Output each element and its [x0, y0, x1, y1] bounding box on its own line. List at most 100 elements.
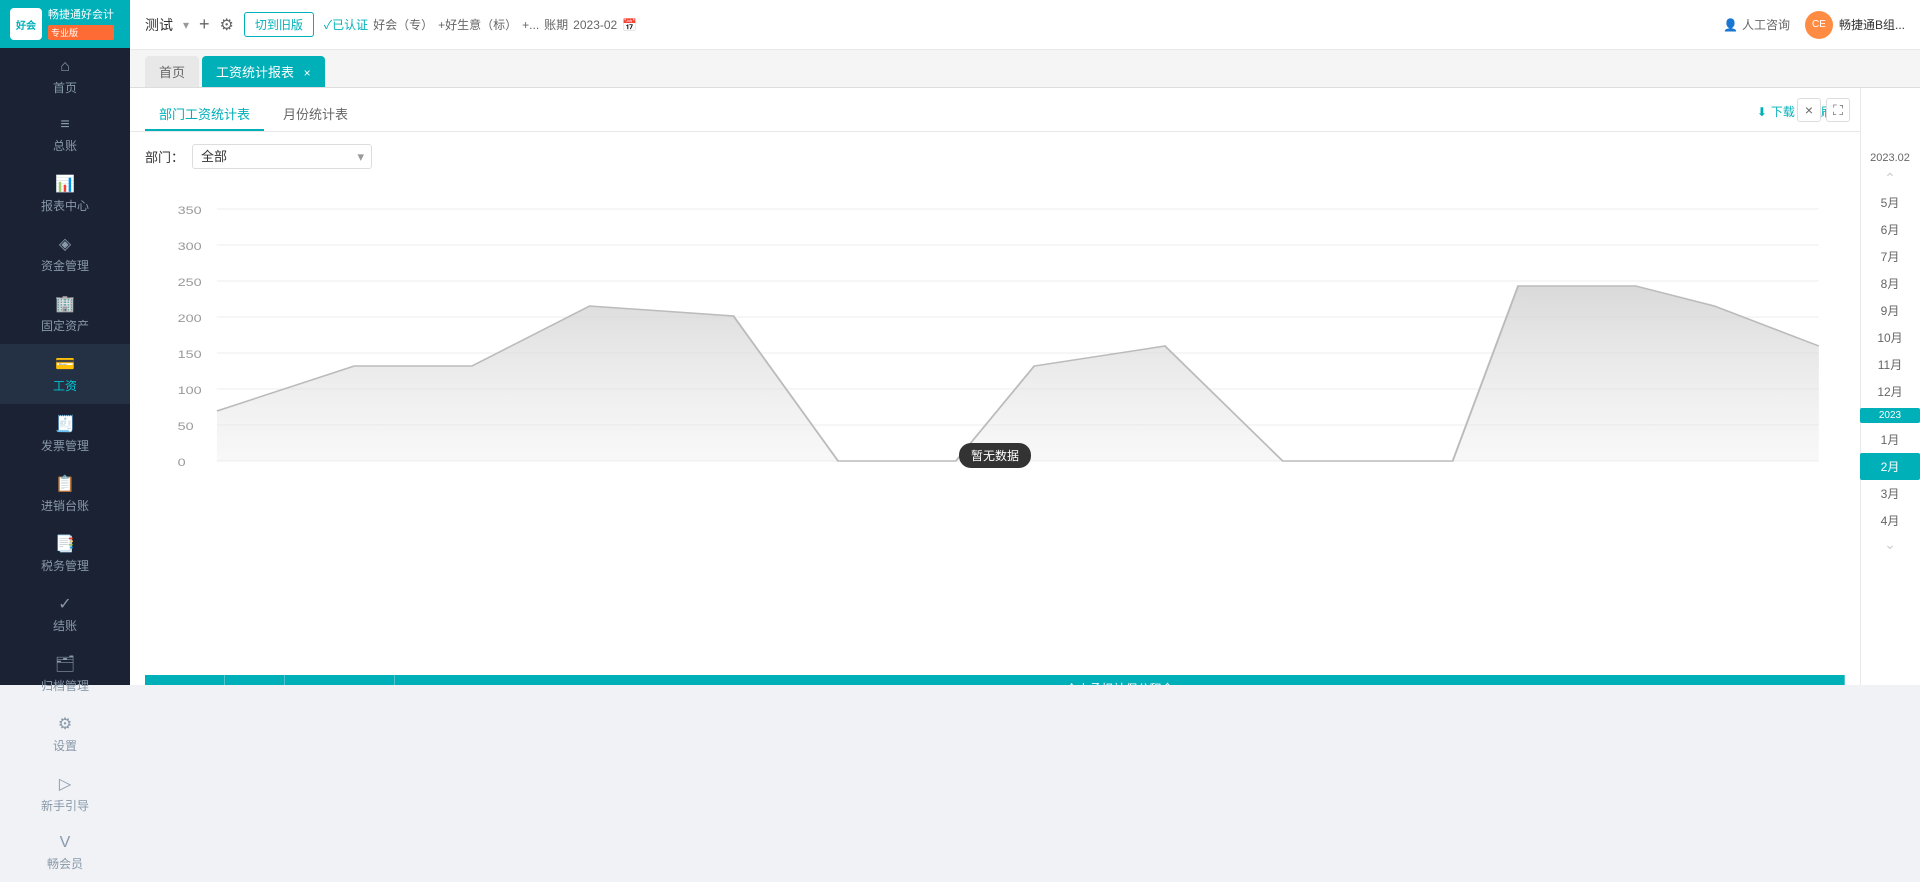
- chart-container: 0 50 100 150 200 250 300 350: [130, 181, 1860, 685]
- topbar-right: 👤 人工咨询 CE 畅捷通B组...: [1723, 11, 1905, 39]
- th-group-personal: 个人承担社保公积金 个人承担养老保险 个人承担医疗保险 个人承担失业保险 个人承…: [395, 675, 1845, 685]
- svg-text:300: 300: [178, 240, 202, 253]
- main-area: 测试 ▾ + ⚙ 切到旧版 ✓已认证 好会（专） +好生意（标） +... 账期…: [130, 0, 1920, 685]
- sidebar-item-label: 进销台账: [41, 497, 89, 514]
- sidebar-item-reports[interactable]: 📊 报表中心: [0, 164, 130, 224]
- calendar-icon[interactable]: 📅: [622, 18, 637, 32]
- funds-icon: ◈: [59, 234, 71, 254]
- sidebar-item-member[interactable]: V 畅会员: [0, 824, 130, 882]
- float-close-btn[interactable]: ×: [1797, 98, 1821, 122]
- member-icon: V: [60, 834, 71, 852]
- download-btn[interactable]: ⬇ 下载: [1757, 103, 1795, 120]
- tab-close-icon[interactable]: ×: [304, 66, 311, 80]
- sidebar-item-label: 归档管理: [41, 677, 89, 694]
- sidebar-item-label: 新手引导: [41, 797, 89, 814]
- sidebar-item-archive[interactable]: 🗂 归档管理: [0, 644, 130, 704]
- certified-status: ✓已认证: [324, 16, 368, 33]
- svg-text:350: 350: [178, 204, 202, 217]
- sub-tabbar: 部门工资统计表 月份统计表 ⬇ 下载 ↻ 刷新: [130, 88, 1860, 132]
- sidebar-item-tax[interactable]: 📑 税务管理: [0, 524, 130, 584]
- month-4[interactable]: 4月: [1860, 507, 1920, 534]
- sub-tab-monthly[interactable]: 月份统计表: [269, 98, 362, 131]
- th-count: 人数: [225, 675, 285, 685]
- th-total-salary: 应发工资合计: [285, 675, 395, 685]
- sidebar-item-label: 畅会员: [47, 855, 83, 872]
- sidebar-item-funds[interactable]: ◈ 资金管理: [0, 224, 130, 284]
- month-7[interactable]: 7月: [1860, 243, 1920, 270]
- tab-home[interactable]: 首页: [145, 56, 199, 87]
- topbar-add-btn[interactable]: +: [199, 14, 210, 35]
- month-1[interactable]: 1月: [1860, 426, 1920, 453]
- svg-text:0: 0: [178, 456, 186, 469]
- topbar-settings-icon[interactable]: ⚙: [220, 15, 234, 35]
- user-name: 畅捷通B组...: [1839, 16, 1905, 33]
- svg-text:250: 250: [178, 276, 202, 289]
- topbar-dropdown-arrow[interactable]: ▾: [183, 18, 189, 32]
- home-icon: ⌂: [60, 58, 70, 76]
- sidebar-item-purchase[interactable]: 📋 进销台账: [0, 464, 130, 524]
- sidebar-item-invoice[interactable]: 🧾 发票管理: [0, 404, 130, 464]
- settings-icon: ⚙: [58, 714, 72, 734]
- month-2[interactable]: 2月: [1860, 453, 1920, 480]
- filter-label: 部门：: [145, 147, 184, 166]
- sidebar-item-label: 设置: [53, 737, 77, 754]
- month-11[interactable]: 11月: [1860, 351, 1920, 378]
- sidebar-item-label: 报表中心: [41, 197, 89, 214]
- sidebar-item-label: 发票管理: [41, 437, 89, 454]
- help-btn[interactable]: 👤 人工咨询: [1723, 16, 1790, 33]
- svg-text:200: 200: [178, 312, 202, 325]
- sidebar-item-label: 固定资产: [41, 317, 89, 334]
- sidebar-item-settings[interactable]: ⚙ 设置: [0, 704, 130, 764]
- chart-svg: 0 50 100 150 200 250 300 350: [145, 191, 1845, 471]
- assets-icon: 🏢: [55, 294, 75, 314]
- period-value: 2023-02: [573, 18, 617, 32]
- sidebar-item-ledger[interactable]: ≡ 总账: [0, 106, 130, 164]
- month-9[interactable]: 9月: [1860, 297, 1920, 324]
- dept-select-wrapper: 全部 研发部 销售部 财务部 行政部 ▾: [192, 144, 372, 169]
- th-dept: 部门: [145, 675, 225, 685]
- svg-text:150: 150: [178, 348, 202, 361]
- switch-version-btn[interactable]: 切到旧版: [244, 12, 314, 37]
- right-panel: 2023.02 ⌃ 5月 6月 7月 8月 9月 10月 11月 12月 202…: [1860, 88, 1920, 685]
- svg-text:50: 50: [178, 420, 194, 433]
- sidebar-item-guide[interactable]: ▷ 新手引导: [0, 764, 130, 824]
- invoice-icon: 🧾: [55, 414, 75, 434]
- guide-icon: ▷: [59, 774, 71, 794]
- logo-text: 畅捷通好会计: [48, 8, 114, 22]
- period-label: 账期: [544, 16, 568, 33]
- sidebar-item-label: 总账: [53, 137, 77, 154]
- sidebar-item-assets[interactable]: 🏢 固定资产: [0, 284, 130, 344]
- tab-salary-report[interactable]: 工资统计报表 ×: [202, 56, 325, 87]
- reports-icon: 📊: [55, 174, 75, 194]
- month-12[interactable]: 12月: [1860, 378, 1920, 405]
- more-status: +...: [522, 18, 539, 32]
- dept-select[interactable]: 全部 研发部 销售部 财务部 行政部: [192, 144, 372, 169]
- filter-bar: 部门： 全部 研发部 销售部 财务部 行政部 ▾: [130, 132, 1860, 181]
- topbar-title: 测试: [145, 15, 173, 35]
- sub-tab-dept[interactable]: 部门工资统计表: [145, 98, 264, 131]
- sidebar-item-label: 首页: [53, 79, 77, 96]
- month-8[interactable]: 8月: [1860, 270, 1920, 297]
- sidebar-item-home[interactable]: ⌂ 首页: [0, 48, 130, 106]
- sidebar-item-settle[interactable]: ✓ 结账: [0, 584, 130, 644]
- up-arrow-icon[interactable]: ⌃: [1860, 168, 1920, 189]
- sidebar-item-label: 资金管理: [41, 257, 89, 274]
- topbar: 测试 ▾ + ⚙ 切到旧版 ✓已认证 好会（专） +好生意（标） +... 账期…: [130, 0, 1920, 50]
- sidebar-item-label: 税务管理: [41, 557, 89, 574]
- float-expand-btn[interactable]: ⛶: [1826, 98, 1850, 122]
- help-icon: 👤: [1723, 18, 1738, 32]
- salary-icon: 💳: [55, 354, 75, 374]
- content-area: 部门工资统计表 月份统计表 ⬇ 下载 ↻ 刷新 部门：: [130, 88, 1920, 685]
- chart-wrap: 0 50 100 150 200 250 300 350: [145, 191, 1845, 675]
- bottom-table: 部门 人数 应发工资合计 个人承担社保公积金 个人承担养老保险 个人承担医疗保险…: [145, 675, 1845, 685]
- month-5[interactable]: 5月: [1860, 189, 1920, 216]
- sidebar-item-salary[interactable]: 💳 工资: [0, 344, 130, 404]
- accounting-type: 好会（专）: [373, 16, 433, 33]
- purchase-icon: 📋: [55, 474, 75, 494]
- th-group-label: 个人承担社保公积金: [395, 675, 1845, 685]
- down-arrow-icon[interactable]: ⌄: [1860, 534, 1920, 555]
- month-3[interactable]: 3月: [1860, 480, 1920, 507]
- user-menu[interactable]: CE 畅捷通B组...: [1805, 11, 1905, 39]
- month-6[interactable]: 6月: [1860, 216, 1920, 243]
- month-10[interactable]: 10月: [1860, 324, 1920, 351]
